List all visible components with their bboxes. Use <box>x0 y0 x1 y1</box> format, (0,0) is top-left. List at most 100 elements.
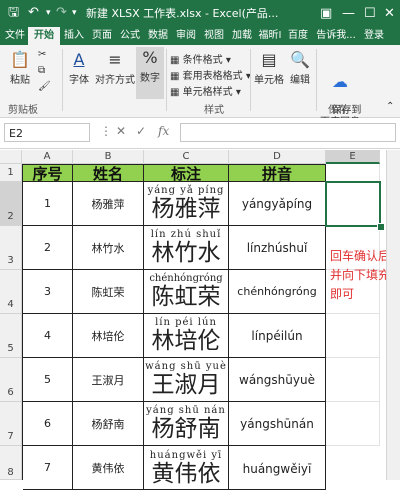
cells-button[interactable]: ▤ 单元格 <box>252 49 286 86</box>
row-header-5[interactable]: 5 <box>0 314 22 358</box>
copy-icon[interactable]: ⧉ <box>38 65 45 76</box>
enter-icon[interactable]: ✓ <box>136 124 146 138</box>
cell-name[interactable]: 王淑月 <box>73 358 144 402</box>
selected-cell-e2[interactable] <box>325 181 381 227</box>
alignment-button[interactable]: ≡ 对齐方式 <box>94 49 136 86</box>
minimize-icon[interactable]: — <box>342 0 355 27</box>
cell-name[interactable]: 黄伟依 <box>73 446 144 490</box>
cell-pinyin[interactable]: chénhóngróng <box>229 270 326 314</box>
cell-pinyin[interactable]: yángyǎpíng <box>229 182 326 226</box>
cell-style-icon: ▦ <box>170 87 183 98</box>
cell-name[interactable]: 杨雅萍 <box>73 182 144 226</box>
cell-annotation[interactable]: lín zhú shuǐ 林竹水 <box>144 226 229 270</box>
pinyin-guide: chénhóngróng <box>149 273 223 284</box>
signin-link[interactable]: 登录 <box>360 27 388 45</box>
cell-name[interactable]: 林竹水 <box>73 226 144 270</box>
cell-annotation[interactable]: huángwěi yī 黄伟依 <box>144 446 229 490</box>
undo-icon[interactable]: ↶ <box>28 3 39 23</box>
group-clipboard-label: 剪贴板 <box>8 105 38 116</box>
row-header-2[interactable]: 2 <box>0 182 22 226</box>
tab-home[interactable]: 开始 <box>28 27 60 45</box>
ribbon-display-icon[interactable]: ▣ <box>320 0 332 27</box>
cell-name[interactable]: 林培伦 <box>73 314 144 358</box>
formula-input[interactable] <box>180 123 396 142</box>
fx-icon[interactable]: fx <box>158 124 169 138</box>
cell-name[interactable]: 陈虹荣 <box>73 270 144 314</box>
cell-pinyin[interactable]: huángwěiyī <box>229 446 326 490</box>
customize-icon[interactable]: ▾ <box>72 3 77 23</box>
cell-no[interactable]: 3 <box>23 270 73 314</box>
collapse-ribbon-icon[interactable]: ⌃ <box>386 101 394 112</box>
column-header-e[interactable]: E <box>326 150 380 164</box>
cell-annotation[interactable]: lín péi lún 林培伦 <box>144 314 229 358</box>
tab-foxit[interactable]: 福昕I <box>256 27 284 45</box>
redo-icon[interactable]: ↷ <box>56 3 67 23</box>
cell-no[interactable]: 6 <box>23 402 73 446</box>
tab-tellme[interactable]: 告诉我... <box>312 27 360 45</box>
cell-pinyin[interactable]: wángshūyuè <box>229 358 326 402</box>
save-icon[interactable]: 🖫 <box>8 3 19 23</box>
cell-style-button[interactable]: ▦ 单元格样式 ▾ <box>170 83 241 98</box>
tab-data[interactable]: 数据 <box>144 27 172 45</box>
close-icon[interactable]: ✕ <box>384 0 395 27</box>
cell-pinyin[interactable]: yángshūnán <box>229 402 326 446</box>
header-no[interactable]: 序号 <box>23 165 73 183</box>
font-button[interactable]: A 字体 <box>66 49 92 86</box>
number-button[interactable]: % 数字 <box>136 47 164 99</box>
cut-icon[interactable]: ✂ <box>38 49 46 60</box>
edit-button[interactable]: 🔍 编辑 <box>288 49 312 86</box>
paste-button[interactable]: 📋 粘贴 <box>6 49 34 86</box>
tab-insert[interactable]: 插入 <box>60 27 88 45</box>
tab-file[interactable]: 文件 <box>2 27 28 45</box>
select-all-corner[interactable] <box>0 150 22 164</box>
cell-pinyin[interactable]: línpéilún <box>229 314 326 358</box>
cell-no[interactable]: 7 <box>23 446 73 490</box>
row-header-1[interactable]: 1 <box>0 164 22 182</box>
cell-e6[interactable] <box>326 358 380 402</box>
cell-e1[interactable] <box>326 164 380 182</box>
cancel-icon[interactable]: ✕ <box>116 124 126 138</box>
fill-handle[interactable] <box>377 223 385 231</box>
ribbon-tabs: 文件 开始 插入 页面 公式 数据 审阅 视图 加载 福昕I 百度 告诉我...… <box>0 27 400 45</box>
cell-annotation[interactable]: wáng shū yuè 王淑月 <box>144 358 229 402</box>
vertical-scrollbar[interactable] <box>386 150 400 480</box>
table-format-button[interactable]: ▦ 套用表格格式 ▾ <box>170 67 251 82</box>
row-header-7[interactable]: 7 <box>0 402 22 446</box>
instruction-note: 回车确认后并向下填充即可 <box>330 249 391 301</box>
row-header-4[interactable]: 4 <box>0 270 22 314</box>
cell-e7[interactable] <box>326 402 380 446</box>
cell-no[interactable]: 1 <box>23 182 73 226</box>
format-painter-icon[interactable]: 🖌 <box>38 81 51 92</box>
row-header-6[interactable]: 6 <box>0 358 22 402</box>
tab-addins[interactable]: 加载 <box>228 27 256 45</box>
cell-no[interactable]: 4 <box>23 314 73 358</box>
cell-no[interactable]: 5 <box>23 358 73 402</box>
row-header-8[interactable]: 8 <box>0 446 22 480</box>
group-style-label: 样式 <box>204 105 224 116</box>
name-box[interactable]: E2 <box>4 123 90 142</box>
cell-annotation[interactable]: chénhóngróng 陈虹荣 <box>144 270 229 314</box>
header-pinyin[interactable]: 拼音 <box>229 165 326 183</box>
undo-dropdown-icon[interactable]: ▾ <box>46 3 51 23</box>
cell-no[interactable]: 2 <box>23 226 73 270</box>
maximize-icon[interactable]: ☐ <box>364 0 376 27</box>
tab-baidu[interactable]: 百度 <box>284 27 312 45</box>
tab-view[interactable]: 视图 <box>200 27 228 45</box>
font-icon: A <box>73 50 85 69</box>
header-annotation[interactable]: 标注 <box>144 165 229 183</box>
cell-name[interactable]: 杨舒南 <box>73 402 144 446</box>
hanzi-text: 王淑月 <box>151 372 221 398</box>
cond-format-button[interactable]: ▦ 条件格式 ▾ <box>170 51 231 66</box>
tab-review[interactable]: 审阅 <box>172 27 200 45</box>
cell-annotation[interactable]: yáng shū nán 杨舒南 <box>144 402 229 446</box>
divider <box>250 49 251 111</box>
cell-e5[interactable] <box>326 314 380 358</box>
tab-page[interactable]: 页面 <box>88 27 116 45</box>
cell-annotation[interactable]: yáng yǎ píng 杨雅萍 <box>144 182 229 226</box>
formula-bar: E2 ⋮ ✕ ✓ fx <box>0 118 400 149</box>
cell-pinyin[interactable]: línzhúshuǐ <box>229 226 326 270</box>
header-name[interactable]: 姓名 <box>73 165 144 183</box>
row-header-3[interactable]: 3 <box>0 226 22 270</box>
tab-formula[interactable]: 公式 <box>116 27 144 45</box>
more-icon: ⋮ <box>100 124 112 138</box>
